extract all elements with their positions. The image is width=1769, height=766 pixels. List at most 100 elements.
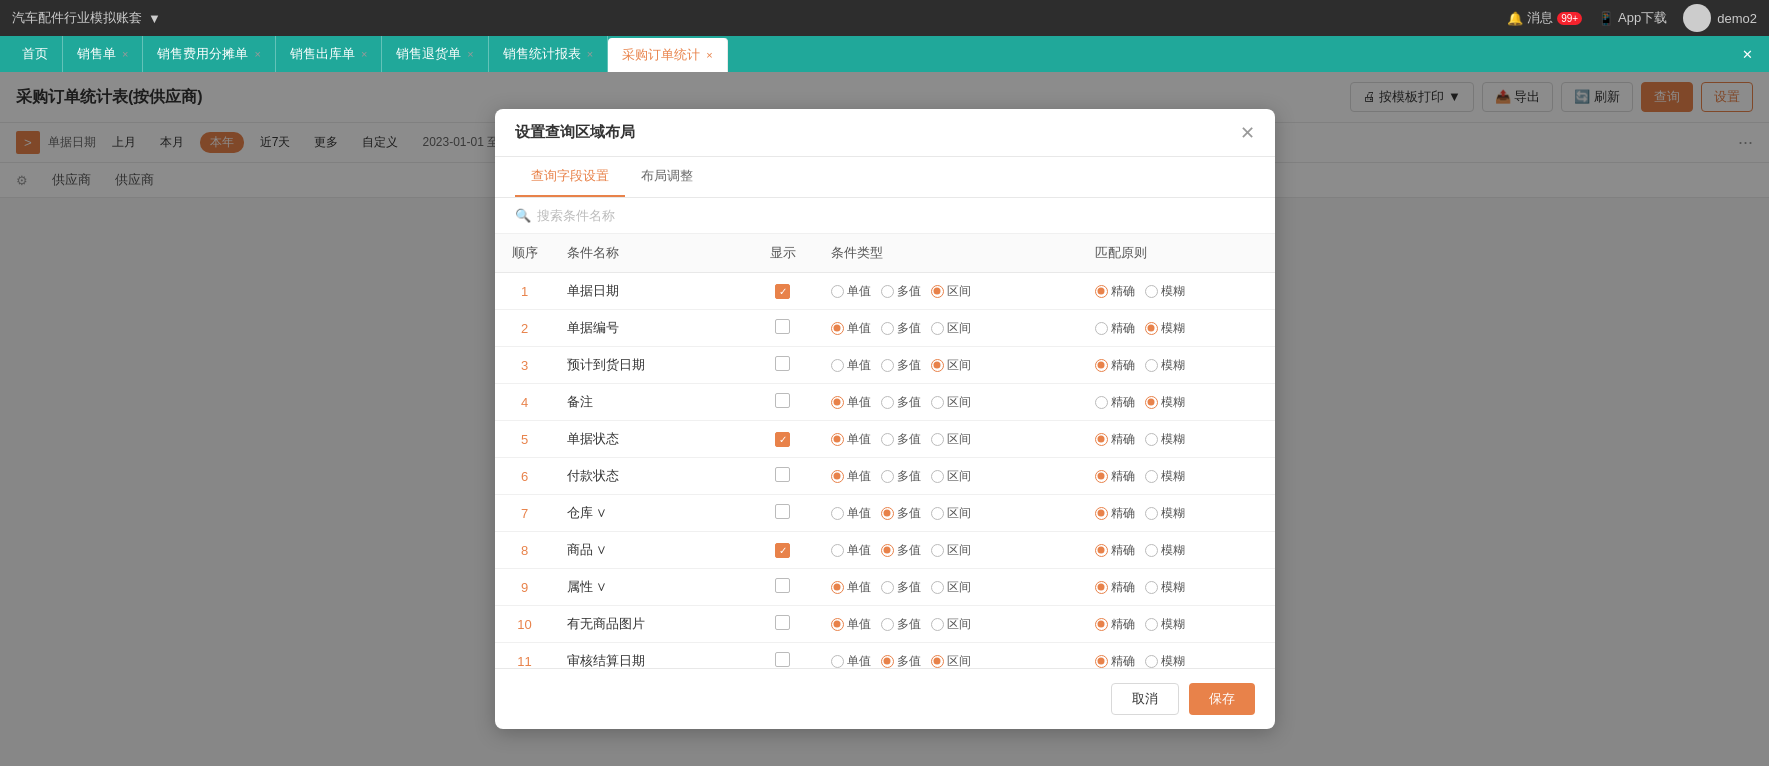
radio-btn-range[interactable]: [931, 396, 944, 409]
radio-option-exact[interactable]: 精确: [1095, 320, 1135, 337]
radio-btn-multi[interactable]: [881, 618, 894, 631]
radio-btn-range[interactable]: [931, 507, 944, 520]
checkbox-unchecked[interactable]: [775, 319, 790, 334]
tab-close-purchase-stats[interactable]: ×: [706, 49, 712, 61]
radio-option-fuzzy[interactable]: 模糊: [1145, 283, 1185, 300]
radio-option-multi[interactable]: 多值: [881, 283, 921, 300]
radio-btn-single[interactable]: [831, 618, 844, 631]
radio-btn-exact[interactable]: [1095, 470, 1108, 483]
radio-btn-fuzzy[interactable]: [1145, 507, 1158, 520]
radio-btn-exact[interactable]: [1095, 359, 1108, 372]
tab-sales-out[interactable]: 销售出库单 ×: [276, 36, 382, 72]
radio-btn-single[interactable]: [831, 507, 844, 520]
radio-option-fuzzy[interactable]: 模糊: [1145, 468, 1185, 485]
radio-btn-range[interactable]: [931, 359, 944, 372]
modal-tab-layout[interactable]: 布局调整: [625, 157, 709, 197]
radio-btn-multi[interactable]: [881, 470, 894, 483]
radio-btn-exact[interactable]: [1095, 285, 1108, 298]
radio-btn-fuzzy[interactable]: [1145, 285, 1158, 298]
radio-option-multi[interactable]: 多值: [881, 653, 921, 669]
radio-option-fuzzy[interactable]: 模糊: [1145, 653, 1185, 669]
tab-sales-order[interactable]: 销售单 ×: [63, 36, 143, 72]
radio-btn-range[interactable]: [931, 322, 944, 335]
radio-option-multi[interactable]: 多值: [881, 320, 921, 337]
checkbox-unchecked[interactable]: [775, 467, 790, 482]
radio-btn-fuzzy[interactable]: [1145, 581, 1158, 594]
radio-option-single[interactable]: 单值: [831, 320, 871, 337]
radio-btn-fuzzy[interactable]: [1145, 359, 1158, 372]
radio-option-single[interactable]: 单值: [831, 394, 871, 411]
modal-tab-query-fields[interactable]: 查询字段设置: [515, 157, 625, 197]
radio-option-fuzzy[interactable]: 模糊: [1145, 394, 1185, 411]
radio-option-single[interactable]: 单值: [831, 468, 871, 485]
radio-btn-single[interactable]: [831, 396, 844, 409]
radio-option-exact[interactable]: 精确: [1095, 653, 1135, 669]
radio-btn-fuzzy[interactable]: [1145, 396, 1158, 409]
radio-option-range[interactable]: 区间: [931, 542, 971, 559]
checkbox-unchecked[interactable]: [775, 356, 790, 371]
cancel-button[interactable]: 取消: [1111, 683, 1179, 715]
radio-option-range[interactable]: 区间: [931, 357, 971, 374]
radio-btn-single[interactable]: [831, 322, 844, 335]
radio-option-fuzzy[interactable]: 模糊: [1145, 505, 1185, 522]
tab-close-sales-stats[interactable]: ×: [587, 48, 593, 60]
radio-btn-exact[interactable]: [1095, 618, 1108, 631]
radio-btn-multi[interactable]: [881, 581, 894, 594]
cell-display[interactable]: ✓: [747, 532, 819, 569]
radio-option-single[interactable]: 单值: [831, 579, 871, 596]
radio-option-single[interactable]: 单值: [831, 616, 871, 633]
cell-display[interactable]: [747, 643, 819, 669]
save-button[interactable]: 保存: [1189, 683, 1255, 715]
radio-btn-single[interactable]: [831, 655, 844, 668]
checkbox-checked[interactable]: ✓: [775, 543, 790, 558]
radio-option-single[interactable]: 单值: [831, 283, 871, 300]
notification-area[interactable]: 🔔 消息 99+: [1507, 9, 1582, 27]
cell-display[interactable]: [747, 384, 819, 421]
radio-option-range[interactable]: 区间: [931, 505, 971, 522]
radio-option-single[interactable]: 单值: [831, 431, 871, 448]
radio-btn-exact[interactable]: [1095, 581, 1108, 594]
checkbox-unchecked[interactable]: [775, 615, 790, 630]
radio-option-range[interactable]: 区间: [931, 283, 971, 300]
radio-btn-fuzzy[interactable]: [1145, 618, 1158, 631]
radio-option-multi[interactable]: 多值: [881, 357, 921, 374]
checkbox-unchecked[interactable]: [775, 578, 790, 593]
radio-btn-multi[interactable]: [881, 655, 894, 668]
radio-option-exact[interactable]: 精确: [1095, 283, 1135, 300]
radio-btn-single[interactable]: [831, 470, 844, 483]
checkbox-checked[interactable]: ✓: [775, 432, 790, 447]
radio-btn-fuzzy[interactable]: [1145, 655, 1158, 668]
close-all-tabs[interactable]: ✕: [1734, 47, 1761, 62]
radio-btn-fuzzy[interactable]: [1145, 433, 1158, 446]
radio-option-fuzzy[interactable]: 模糊: [1145, 542, 1185, 559]
radio-btn-exact[interactable]: [1095, 322, 1108, 335]
radio-btn-multi[interactable]: [881, 359, 894, 372]
radio-option-exact[interactable]: 精确: [1095, 542, 1135, 559]
radio-btn-multi[interactable]: [881, 433, 894, 446]
cell-display[interactable]: [747, 495, 819, 532]
radio-option-range[interactable]: 区间: [931, 616, 971, 633]
cell-display[interactable]: [747, 569, 819, 606]
radio-option-single[interactable]: 单值: [831, 542, 871, 559]
radio-btn-single[interactable]: [831, 359, 844, 372]
tab-close-sales-order[interactable]: ×: [122, 48, 128, 60]
radio-btn-single[interactable]: [831, 433, 844, 446]
radio-option-fuzzy[interactable]: 模糊: [1145, 320, 1185, 337]
radio-btn-exact[interactable]: [1095, 396, 1108, 409]
radio-option-multi[interactable]: 多值: [881, 394, 921, 411]
tab-home[interactable]: 首页: [8, 36, 63, 72]
cell-display[interactable]: [747, 606, 819, 643]
tab-close-sales-out[interactable]: ×: [361, 48, 367, 60]
radio-btn-range[interactable]: [931, 433, 944, 446]
tab-sales-fee[interactable]: 销售费用分摊单 ×: [143, 36, 275, 72]
radio-option-fuzzy[interactable]: 模糊: [1145, 357, 1185, 374]
radio-option-multi[interactable]: 多值: [881, 542, 921, 559]
radio-btn-range[interactable]: [931, 618, 944, 631]
tab-sales-stats[interactable]: 销售统计报表 ×: [489, 36, 608, 72]
radio-btn-exact[interactable]: [1095, 507, 1108, 520]
tab-purchase-stats[interactable]: 采购订单统计 ×: [608, 38, 727, 72]
radio-option-multi[interactable]: 多值: [881, 505, 921, 522]
radio-btn-exact[interactable]: [1095, 544, 1108, 557]
radio-option-multi[interactable]: 多值: [881, 616, 921, 633]
radio-option-exact[interactable]: 精确: [1095, 431, 1135, 448]
